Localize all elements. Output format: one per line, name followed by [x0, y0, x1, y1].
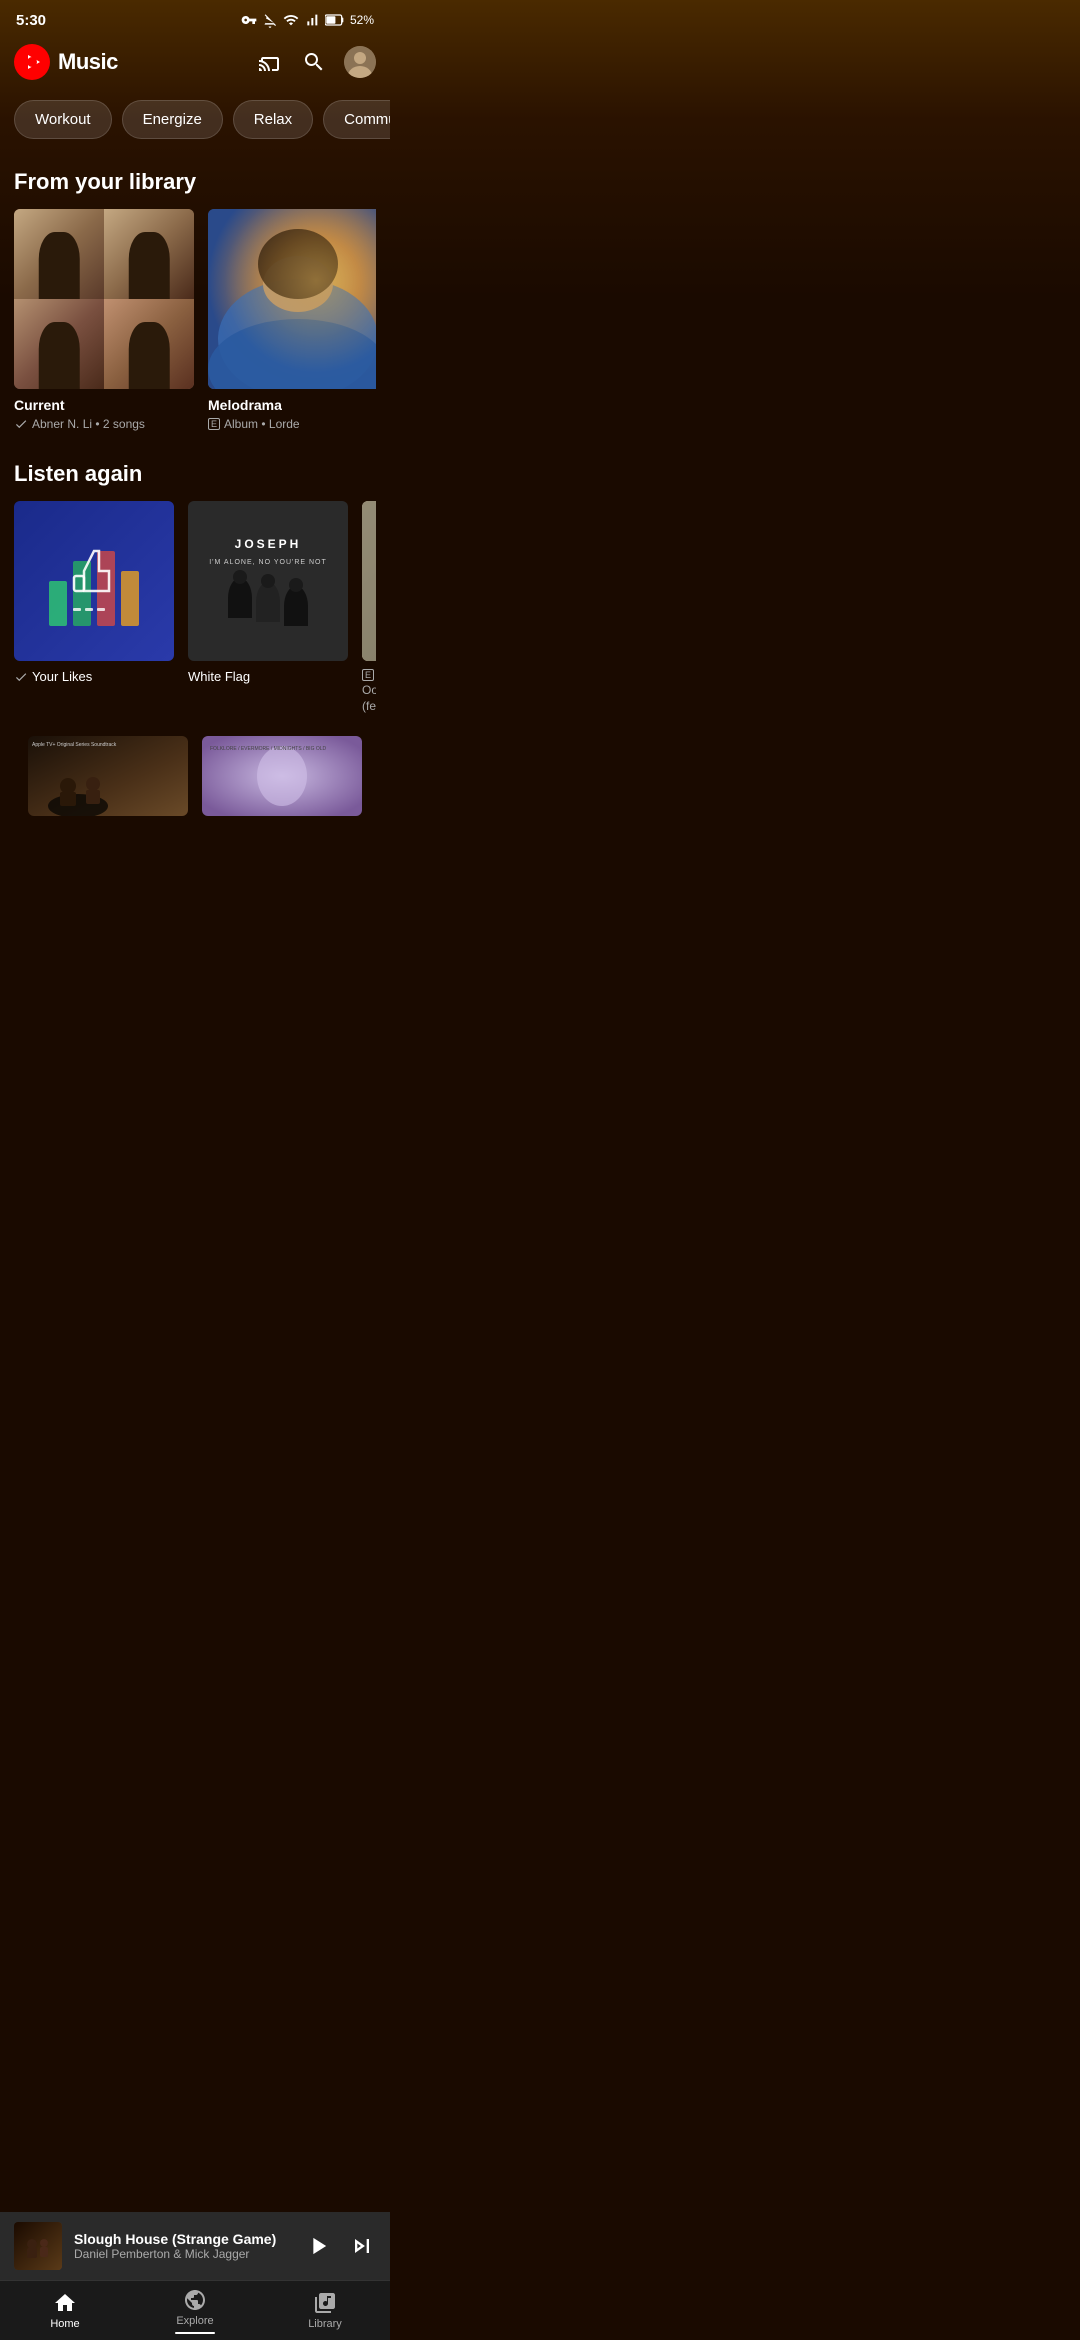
play-pause-button[interactable]	[304, 2232, 332, 2260]
listen-again-section: Listen again	[0, 441, 390, 816]
listen-card-your-likes[interactable]: Your Likes	[14, 501, 174, 714]
library-card-melodrama[interactable]: Melodrama E Album • Lorde	[208, 209, 376, 431]
svg-text:FOLKLORE / EVERMORE / MIDNIGHT: FOLKLORE / EVERMORE / MIDNIGHTS / BIG OL…	[210, 746, 327, 752]
now-playing-title: Slough House (Strange Game)	[74, 2231, 292, 2247]
listen-cards-row1: Your Likes JOSEPH I'M ALONE, NO YOU'RE N…	[14, 501, 376, 724]
grid-cell-2	[104, 209, 194, 299]
verified-check-icon	[14, 670, 28, 684]
home-icon	[53, 2291, 77, 2315]
your-likes-thumb	[14, 501, 174, 661]
key-icon	[241, 12, 257, 28]
grid-cell-1	[14, 209, 104, 299]
row2-card-purple[interactable]: FOLKLORE / EVERMORE / MIDNIGHTS / BIG OL…	[202, 736, 362, 816]
header-actions	[256, 46, 376, 78]
listen-cards-row2: Apple TV+ Original Series Soundtrack	[14, 724, 376, 816]
youtube-music-logo	[14, 44, 50, 80]
nav-item-explore[interactable]: Explore	[130, 2288, 260, 2334]
row2-card-slow-horses[interactable]: Apple TV+ Original Series Soundtrack	[28, 736, 188, 816]
grid-cell-4	[104, 299, 194, 389]
battery-percent: 52%	[350, 13, 374, 27]
library-cards-container: Current Abner N. Li • 2 songs	[14, 209, 376, 441]
app-header: Music	[0, 36, 390, 88]
nav-item-home[interactable]: Home	[0, 2291, 130, 2330]
wifi-icon	[283, 12, 299, 28]
grits-explicit-badge: E	[362, 669, 374, 681]
svg-text:Apple TV+ Original Series Soun: Apple TV+ Original Series Soundtrack	[32, 742, 117, 748]
explore-label: Explore	[176, 2315, 213, 2327]
battery-icon	[325, 13, 345, 27]
now-playing-thumb	[14, 2222, 62, 2270]
home-label: Home	[50, 2318, 79, 2330]
chip-energize[interactable]: Energize	[122, 100, 223, 139]
listen-card-ooh-ahh[interactable]: GRITS THE ART OF TRANSLATION	[362, 501, 376, 714]
from-library-title: From your library	[14, 169, 376, 195]
current-card-meta: Abner N. Li • 2 songs	[14, 417, 194, 431]
bottom-navigation: Home Explore Library	[0, 2280, 390, 2340]
bell-muted-icon	[262, 12, 278, 28]
joseph-figures	[228, 578, 308, 626]
slow-horses-thumb: Apple TV+ Original Series Soundtrack	[28, 736, 188, 816]
your-likes-title: Your Likes	[32, 669, 92, 684]
from-library-section: From your library	[0, 151, 390, 441]
current-thumb	[14, 209, 194, 389]
grid-cell-3	[14, 299, 104, 389]
explore-indicator	[175, 2332, 215, 2334]
now-playing-info: Slough House (Strange Game) Daniel Pembe…	[74, 2231, 292, 2261]
status-time: 5:30	[16, 12, 46, 29]
grits-thumb: GRITS THE ART OF TRANSLATION	[362, 501, 376, 661]
joseph-album-text: JOSEPH	[235, 537, 302, 551]
skip-next-button[interactable]	[348, 2232, 376, 2260]
signal-icon	[304, 12, 320, 28]
now-playing-artist: Daniel Pemberton & Mick Jagger	[74, 2247, 292, 2261]
nav-item-library[interactable]: Library	[260, 2291, 390, 2330]
current-card-title: Current	[14, 397, 194, 413]
melodrama-card-meta: E Album • Lorde	[208, 417, 376, 431]
joseph-subtitle-text: I'M ALONE, NO YOU'RE NOT	[209, 559, 327, 566]
status-bar: 5:30 52%	[0, 0, 390, 36]
white-flag-thumb: JOSEPH I'M ALONE, NO YOU'RE NOT	[188, 501, 348, 661]
melodrama-thumb	[208, 209, 376, 389]
now-playing-bar[interactable]: Slough House (Strange Game) Daniel Pembe…	[0, 2212, 390, 2280]
cast-button[interactable]	[256, 48, 284, 76]
melodrama-card-title: Melodrama	[208, 397, 376, 413]
status-icons: 52%	[241, 12, 374, 28]
search-button[interactable]	[300, 48, 328, 76]
user-avatar[interactable]	[344, 46, 376, 78]
app-title: Music	[58, 49, 118, 75]
your-likes-meta: Your Likes	[14, 669, 174, 684]
ooh-ahh-subtitle: Ooh Ahh (My Life Be Like) (feat. tobyMac…	[362, 683, 376, 714]
logo-container: Music	[14, 44, 118, 80]
white-flag-title: White Flag	[188, 669, 348, 684]
chip-workout[interactable]: Workout	[14, 100, 112, 139]
library-label: Library	[308, 2318, 342, 2330]
explicit-badge: E	[208, 418, 220, 430]
listen-again-title: Listen again	[14, 461, 376, 487]
mood-chips-container: Workout Energize Relax Commute Focus	[0, 88, 390, 151]
library-icon	[313, 2291, 337, 2315]
chip-relax[interactable]: Relax	[233, 100, 313, 139]
verified-icon	[14, 417, 28, 431]
library-card-current[interactable]: Current Abner N. Li • 2 songs	[14, 209, 194, 431]
explore-icon	[183, 2288, 207, 2312]
now-playing-controls	[304, 2232, 376, 2260]
listen-card-white-flag[interactable]: JOSEPH I'M ALONE, NO YOU'RE NOT White Fl…	[188, 501, 348, 714]
chip-commute[interactable]: Commute	[323, 100, 390, 139]
purple-thumb: FOLKLORE / EVERMORE / MIDNIGHTS / BIG OL…	[202, 736, 362, 816]
